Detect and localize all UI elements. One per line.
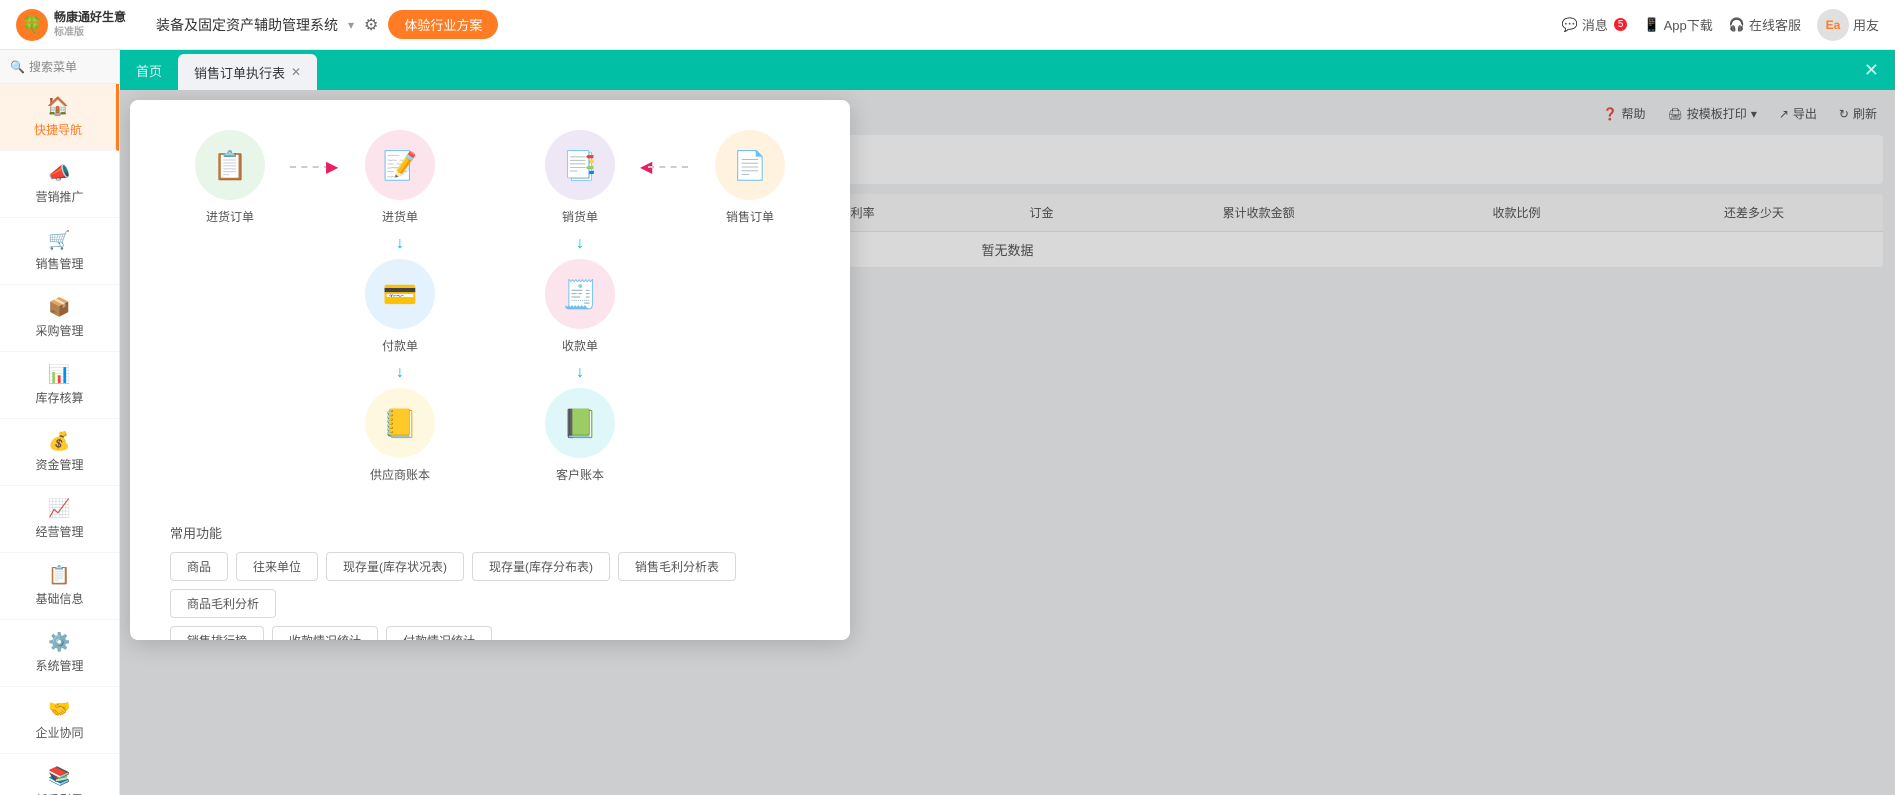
flow-node-payment[interactable]: 💳 付款单 <box>340 259 460 354</box>
top-header: 🍀 畅康通好生意 标准版 装备及固定资产辅助管理系统 ▾ ⚙ 体验行业方案 💬 … <box>0 0 1895 50</box>
tab-bar: 首页 销售订单执行表 ✕ ✕ <box>120 50 1895 90</box>
sales-icon: 🛒 <box>48 230 70 251</box>
message-badge: 5 <box>1614 18 1628 31</box>
modal-box: 📋 进货订单 ▶ 📝 进货单 <box>130 100 850 640</box>
sales-order-label: 销售订单 <box>726 208 774 225</box>
flow-col-supplier-ledger: ↓ 📒 供应商账本 <box>340 364 460 483</box>
func-btn-receipt-stats[interactable]: 收款情况统计 <box>272 626 378 640</box>
newbie-icon: 📚 <box>48 766 70 787</box>
func-buttons-row1: 商品 往来单位 现存量(库存状况表) 现存量(库存分布表) 销售毛利分析表 商品… <box>170 552 810 618</box>
header-right: 💬 消息 5 📱 App下载 🎧 在线客服 Ea 用友 <box>1562 9 1879 41</box>
logo-area: 🍀 畅康通好生意 标准版 <box>16 9 136 41</box>
func-btn-goods-margin[interactable]: 商品毛利分析 <box>170 589 276 618</box>
modal-body: 📋 进货订单 ▶ 📝 进货单 <box>130 100 850 523</box>
sidebar-search[interactable]: 🔍 搜索菜单 <box>0 50 119 84</box>
sales-order-icon: 📄 <box>715 130 785 200</box>
tab-bar-close-icon[interactable]: ✕ <box>1848 60 1895 81</box>
logo-icon: 🍀 <box>16 9 48 41</box>
enterprise-icon: 🤝 <box>48 699 70 720</box>
common-funcs-title: 常用功能 <box>170 523 810 542</box>
sidebar-item-quick-guide[interactable]: 🏠 快捷导航 <box>0 84 119 151</box>
purchase-bill-icon: 📝 <box>365 130 435 200</box>
message-item[interactable]: 💬 消息 5 <box>1562 15 1628 34</box>
ops-icon: 📈 <box>48 498 70 519</box>
sidebar-item-system[interactable]: ⚙️ 系统管理 <box>0 620 119 687</box>
flow-node-supplier-ledger[interactable]: 📒 供应商账本 <box>340 388 460 483</box>
receipt-label: 收款单 <box>562 337 598 354</box>
purchase-order-icon: 📋 <box>195 130 265 200</box>
app-download-item[interactable]: 📱 App下载 <box>1643 15 1712 34</box>
user-area[interactable]: Ea 用友 <box>1817 9 1879 41</box>
customer-ledger-label: 客户账本 <box>556 466 604 483</box>
user-avatar: Ea <box>1817 9 1849 41</box>
experience-btn[interactable]: 体验行业方案 <box>388 10 498 39</box>
sidebar-item-basic-info[interactable]: 📋 基础信息 <box>0 553 119 620</box>
online-service-item[interactable]: 🎧 在线客服 <box>1729 15 1801 34</box>
finance-icon: 💰 <box>48 431 70 452</box>
search-icon: 🔍 <box>10 60 25 74</box>
sidebar-item-purchase[interactable]: 📦 采购管理 <box>0 285 119 352</box>
settings-icon[interactable]: ⚙ <box>364 15 378 35</box>
func-btn-payment-stats[interactable]: 付款情况统计 <box>386 626 492 640</box>
sidebar: 🔍 搜索菜单 🏠 快捷导航 📣 营销推广 🛒 销售管理 📦 采购管理 📊 库存核… <box>0 50 120 795</box>
flow-node-purchase-bill[interactable]: 📝 进货单 <box>340 130 460 225</box>
tab-close-icon[interactable]: ✕ <box>291 65 301 79</box>
inventory-icon: 📊 <box>48 364 70 385</box>
sidebar-item-inventory[interactable]: 📊 库存核算 <box>0 352 119 419</box>
func-btn-stock-dist[interactable]: 现存量(库存分布表) <box>472 552 610 581</box>
system-icon: ⚙️ <box>48 632 70 653</box>
func-btn-goods[interactable]: 商品 <box>170 552 228 581</box>
sidebar-item-enterprise[interactable]: 🤝 企业协同 <box>0 687 119 754</box>
receipt-icon: 🧾 <box>545 259 615 329</box>
sales-bill-icon: 📑 <box>545 130 615 200</box>
phone-icon: 📱 <box>1643 17 1659 33</box>
marketing-icon: 📣 <box>48 163 70 184</box>
func-buttons-row2: 销售排行榜 收款情况统计 付款情况统计 <box>170 626 810 640</box>
sidebar-item-finance[interactable]: 💰 资金管理 <box>0 419 119 486</box>
flow-col-customer-ledger: ↓ 📗 客户账本 <box>520 364 640 483</box>
flow-node-sales-order[interactable]: 📄 销售订单 <box>690 130 810 225</box>
page-area: ❓ 帮助 🖨 按模板打印 ▾ ↗ 导出 ↻ 刷新 📅 单据状态 <box>120 90 1895 795</box>
purchase-icon: 📦 <box>48 297 70 318</box>
flow-node-customer-ledger[interactable]: 📗 客户账本 <box>520 388 640 483</box>
func-btn-contacts[interactable]: 往来单位 <box>236 552 318 581</box>
sales-bill-label: 销货单 <box>562 208 598 225</box>
system-name: 装备及固定资产辅助管理系统 <box>156 15 338 35</box>
common-funcs: 常用功能 商品 往来单位 现存量(库存状况表) 现存量(库存分布表) 销售毛利分… <box>130 523 850 640</box>
system-dropdown-arrow[interactable]: ▾ <box>348 18 354 32</box>
supplier-ledger-label: 供应商账本 <box>370 466 430 483</box>
flow-node-receipt[interactable]: 🧾 收款单 <box>520 259 640 354</box>
sidebar-item-operations[interactable]: 📈 经营管理 <box>0 486 119 553</box>
modal-overlay[interactable]: 📋 进货订单 ▶ 📝 进货单 <box>120 90 1895 795</box>
flow-col-receipt: ↓ 🧾 收款单 <box>520 235 640 354</box>
message-icon: 💬 <box>1562 17 1578 33</box>
payment-icon: 💳 <box>365 259 435 329</box>
home-icon: 🏠 <box>47 96 69 117</box>
sidebar-item-newbie[interactable]: 📚 新手引导 <box>0 754 119 795</box>
func-btn-sales-margin[interactable]: 销售毛利分析表 <box>618 552 736 581</box>
main-content: 首页 销售订单执行表 ✕ ✕ ❓ 帮助 🖨 按模板打印 ▾ ↗ 导出 <box>120 50 1895 795</box>
func-btn-stock-status[interactable]: 现存量(库存状况表) <box>326 552 464 581</box>
sidebar-item-marketing[interactable]: 📣 营销推广 <box>0 151 119 218</box>
tab-sales-order-exec[interactable]: 销售订单执行表 ✕ <box>178 54 317 90</box>
logo-text: 畅康通好生意 标准版 <box>54 10 126 39</box>
supplier-ledger-icon: 📒 <box>365 388 435 458</box>
customer-ledger-icon: 📗 <box>545 388 615 458</box>
purchase-bill-label: 进货单 <box>382 208 418 225</box>
tab-home[interactable]: 首页 <box>120 50 178 90</box>
purchase-order-label: 进货订单 <box>206 208 254 225</box>
headset-icon: 🎧 <box>1729 17 1745 33</box>
flow-col-payment: ↓ 💳 付款单 <box>340 235 460 354</box>
payment-label: 付款单 <box>382 337 418 354</box>
func-btn-sales-rank[interactable]: 销售排行榜 <box>170 626 264 640</box>
flow-node-purchase-order[interactable]: 📋 进货订单 <box>170 130 290 225</box>
flow-node-sales-bill[interactable]: 📑 销货单 <box>520 130 640 225</box>
basic-info-icon: 📋 <box>48 565 70 586</box>
header-center: 装备及固定资产辅助管理系统 ▾ ⚙ 体验行业方案 <box>156 10 1562 39</box>
sidebar-item-sales[interactable]: 🛒 销售管理 <box>0 218 119 285</box>
